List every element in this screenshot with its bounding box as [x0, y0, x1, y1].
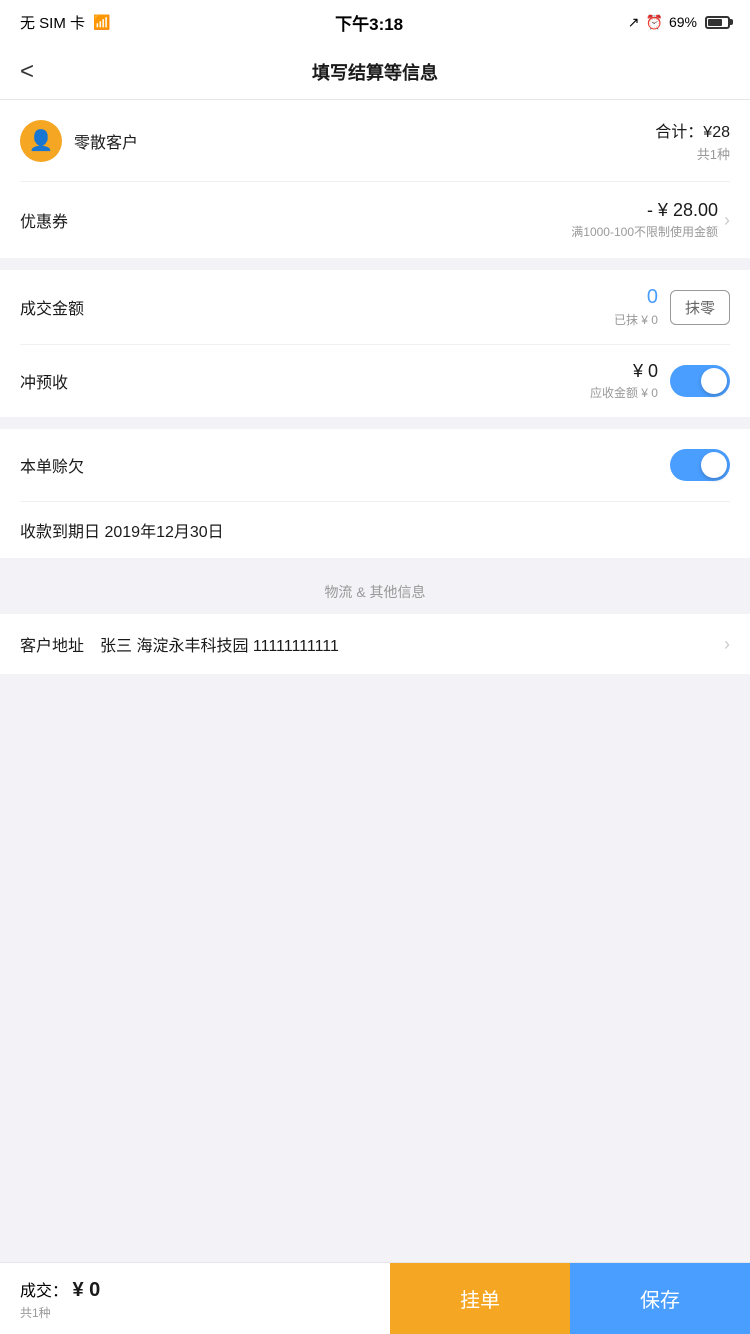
- customer-row: 👤 零散客户 合计：¥28 共1种: [20, 100, 730, 182]
- debt-row: 本单赊欠: [20, 429, 730, 501]
- due-date-value: 2019年12月30日: [104, 524, 223, 541]
- total-label: 合计：: [655, 124, 703, 141]
- logistics-text: 物流 & 其他信息: [316, 582, 433, 602]
- main-content: 👤 零散客户 合计：¥28 共1种 优惠券 - ¥ 28.00 满1000-10…: [0, 100, 750, 954]
- logistics-label: 物流 & 其他信息: [324, 582, 425, 602]
- battery-icon: [705, 16, 730, 29]
- round-button[interactable]: 抹零: [670, 290, 730, 325]
- coupon-desc: 满1000-100不限制使用金额: [571, 223, 718, 240]
- address-chevron-icon: ›: [724, 634, 730, 655]
- section-divider-1: [0, 258, 750, 270]
- amount-label: 成交金额: [20, 295, 84, 319]
- wifi-icon: 📶: [93, 14, 110, 31]
- amount-row: 成交金额 0 已抹 ¥ 0 抹零: [20, 270, 730, 345]
- coupon-info: - ¥ 28.00 满1000-100不限制使用金额: [571, 200, 718, 240]
- debt-toggle[interactable]: [670, 449, 730, 481]
- status-right: ↗ ⏰ 69%: [628, 14, 730, 31]
- coupon-section: 优惠券 - ¥ 28.00 满1000-100不限制使用金额 ›: [0, 182, 750, 258]
- prepay-value-wrap: ¥ 0 应收金额 ¥ 0: [590, 361, 658, 401]
- alarm-icon: ⏰: [646, 14, 663, 31]
- prepay-value: ¥ 0: [590, 361, 658, 382]
- carrier-text: 无 SIM 卡: [20, 12, 85, 33]
- back-button[interactable]: <: [12, 50, 42, 94]
- avatar-icon: 👤: [29, 128, 54, 153]
- address-label: 客户地址: [20, 632, 84, 656]
- section-divider-4: [0, 674, 750, 874]
- amount-right: 0 已抹 ¥ 0 抹零: [614, 286, 730, 328]
- bottom-deal-line: 成交： ¥ 0: [20, 1277, 370, 1302]
- save-button[interactable]: 保存: [570, 1263, 750, 1334]
- customer-count: 共1种: [655, 144, 730, 163]
- status-bar: 无 SIM 卡 📶 下午3:18 ↗ ⏰ 69%: [0, 0, 750, 44]
- hang-button[interactable]: 挂单: [390, 1263, 570, 1334]
- amount-value: 0: [614, 286, 658, 309]
- status-time: 下午3:18: [335, 10, 403, 35]
- chevron-right-icon: ›: [724, 210, 730, 231]
- debt-toggle-knob: [701, 452, 727, 478]
- avatar: 👤: [20, 120, 62, 162]
- customer-right: 合计：¥28 共1种: [655, 118, 730, 163]
- debt-label: 本单赊欠: [20, 453, 84, 477]
- address-value: 张三 海淀永丰科技园 11111111111: [100, 632, 724, 656]
- due-label: 收款到期日: [20, 524, 100, 541]
- nav-bar: < 填写结算等信息: [0, 44, 750, 100]
- due-date-label: 收款到期日 2019年12月30日: [20, 524, 224, 541]
- amount-section: 成交金额 0 已抹 ¥ 0 抹零 冲预收 ¥ 0 应收金额 ¥ 0: [0, 270, 750, 417]
- bottom-deal-label: 成交：: [20, 1283, 68, 1300]
- address-section: 客户地址 张三 海淀永丰科技园 11111111111 ›: [0, 614, 750, 674]
- coupon-row[interactable]: 优惠券 - ¥ 28.00 满1000-100不限制使用金额 ›: [20, 182, 730, 258]
- prepay-row: 冲预收 ¥ 0 应收金额 ¥ 0: [20, 345, 730, 417]
- customer-total: 合计：¥28: [655, 118, 730, 142]
- coupon-right: - ¥ 28.00 满1000-100不限制使用金额 ›: [571, 200, 730, 240]
- customer-section: 👤 零散客户 合计：¥28 共1种: [0, 100, 750, 182]
- due-row: 收款到期日 2019年12月30日: [20, 501, 730, 558]
- battery-percent: 69%: [669, 14, 697, 30]
- section-divider-2: [0, 417, 750, 429]
- toggle-knob: [701, 368, 727, 394]
- amount-value-wrap: 0 已抹 ¥ 0: [614, 286, 658, 328]
- customer-left: 👤 零散客户: [20, 120, 138, 162]
- address-row[interactable]: 客户地址 张三 海淀永丰科技园 11111111111 ›: [20, 614, 730, 674]
- total-amount: ¥28: [703, 124, 730, 141]
- status-left: 无 SIM 卡 📶: [20, 12, 110, 33]
- coupon-label: 优惠券: [20, 208, 68, 232]
- prepay-sub: 应收金额 ¥ 0: [590, 384, 658, 401]
- bottom-bar: 成交： ¥ 0 共1种 挂单 保存: [0, 1262, 750, 1334]
- prepay-toggle[interactable]: [670, 365, 730, 397]
- amount-sub: 已抹 ¥ 0: [614, 311, 658, 328]
- section-divider-3: [0, 558, 750, 570]
- prepay-label: 冲预收: [20, 369, 68, 393]
- customer-name: 零散客户: [74, 129, 138, 153]
- coupon-amount: - ¥ 28.00: [571, 200, 718, 221]
- nav-title: 填写结算等信息: [312, 59, 438, 85]
- prepay-right: ¥ 0 应收金额 ¥ 0: [590, 361, 730, 401]
- location-icon: ↗: [628, 14, 640, 31]
- debt-section: 本单赊欠 收款到期日 2019年12月30日: [0, 429, 750, 558]
- bottom-count: 共1种: [20, 1304, 370, 1321]
- bottom-summary: 成交： ¥ 0 共1种: [0, 1277, 390, 1321]
- logistics-divider: 物流 & 其他信息: [0, 570, 750, 614]
- bottom-deal-amount: ¥ 0: [72, 1279, 100, 1301]
